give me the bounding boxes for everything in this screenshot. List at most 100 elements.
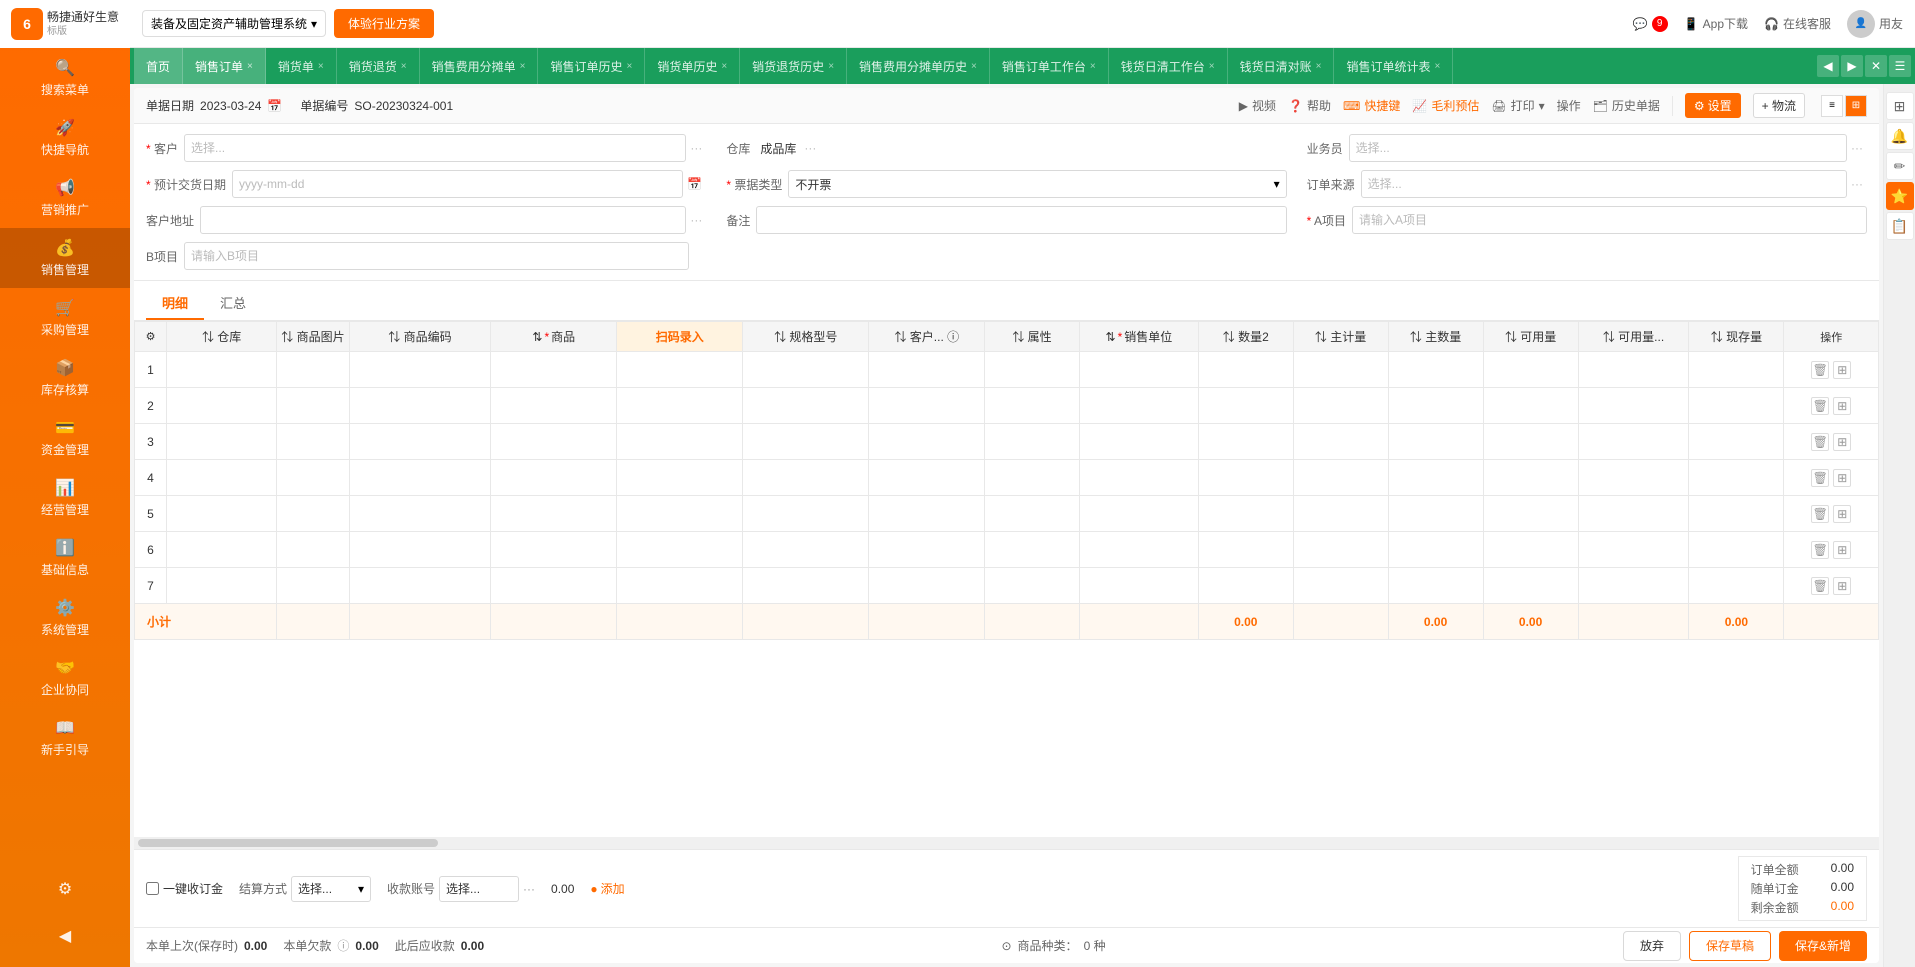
row-scan-1[interactable] [617,352,743,388]
user-btn[interactable]: 👤 用友 [1847,10,1903,38]
row-attr-3[interactable] [985,424,1079,460]
sidebar-item-1[interactable]: 🚀快捷导航 [0,108,130,168]
row-attr-1[interactable] [985,352,1079,388]
row-warehouse-6[interactable] [167,532,277,568]
row-avail2-6[interactable] [1578,532,1689,568]
warehouse-suffix[interactable]: ··· [800,141,820,155]
row-code-2[interactable] [349,388,491,424]
row-delete-2[interactable]: 🗑 [1811,397,1829,415]
th-avail2[interactable]: ⇅ 可用量... [1578,322,1689,352]
row-unit-4[interactable] [1079,460,1198,496]
row-img-3[interactable] [277,424,349,460]
date-icon[interactable]: 📅 [683,177,706,191]
th-unit[interactable]: ⇅ *销售单位 [1079,322,1198,352]
sidebar-item-9[interactable]: ⚙️系统管理 [0,588,130,648]
nav-tab-4[interactable]: 销售订单历史× [538,48,645,84]
row-stock-6[interactable] [1689,532,1784,568]
row-code-6[interactable] [349,532,491,568]
row-qty2-4[interactable] [1199,460,1293,496]
invoice-type-select[interactable]: 不开票 ▾ [788,170,1286,198]
delivery-date-input[interactable] [232,170,683,198]
row-unit-1[interactable] [1079,352,1198,388]
history-btn[interactable]: 🗂 历史单据 [1593,97,1660,114]
view-btn[interactable]: ▶ 视频 [1239,97,1276,114]
sidebar-item-0[interactable]: 🔍搜索菜单 [0,48,130,108]
address-input[interactable] [200,206,686,234]
row-avail2-1[interactable] [1578,352,1689,388]
app-download-btn[interactable]: 📱 App下载 [1684,15,1748,32]
row-delete-6[interactable]: 🗑 [1811,541,1829,559]
sidebar-item-11[interactable]: 📖新手引导 [0,708,130,768]
profit-btn[interactable]: 📈 毛利预估 [1412,97,1479,114]
row-unit-7[interactable] [1079,568,1198,604]
row-avail2-4[interactable] [1578,460,1689,496]
row-img-4[interactable] [277,460,349,496]
row-qty2-5[interactable] [1199,496,1293,532]
order-source-input[interactable] [1361,170,1847,198]
row-cust-5[interactable] [869,496,985,532]
row-attr-7[interactable] [985,568,1079,604]
row-spec-3[interactable] [743,424,869,460]
row-code-7[interactable] [349,568,491,604]
row-goods-6[interactable] [491,532,617,568]
shortcut-btn[interactable]: ⌨ 快捷键 [1343,97,1400,114]
row-mainunit-2[interactable] [1293,388,1388,424]
row-attr-2[interactable] [985,388,1079,424]
order-source-suffix[interactable]: ··· [1847,177,1867,191]
row-avail-5[interactable] [1483,496,1578,532]
note-input[interactable] [756,206,1286,234]
sidebar-item-2[interactable]: 📢营销推广 [0,168,130,228]
row-warehouse-7[interactable] [167,568,277,604]
save-draft-btn[interactable]: 保存草稿 [1689,931,1771,961]
side-icon-edit[interactable]: ✏ [1886,152,1914,180]
row-stock-2[interactable] [1689,388,1784,424]
row-avail2-2[interactable] [1578,388,1689,424]
row-mainunit-7[interactable] [1293,568,1388,604]
row-cust-7[interactable] [869,568,985,604]
side-icon-clipboard[interactable]: 📋 [1886,212,1914,240]
row-avail-2[interactable] [1483,388,1578,424]
row-mainunit-6[interactable] [1293,532,1388,568]
nav-tab-10[interactable]: 钱货日清对账× [1228,48,1335,84]
a-project-input[interactable] [1352,206,1867,234]
row-copy-1[interactable]: ⊞ [1833,361,1851,379]
receipt-account-select[interactable]: 选择... [439,876,519,902]
view-toggle-list[interactable]: ≡ [1821,95,1843,117]
th-img[interactable]: ⇅ 商品图片 [277,322,349,352]
row-goods-7[interactable] [491,568,617,604]
row-goods-5[interactable] [491,496,617,532]
sidebar-item-5[interactable]: 📦库存核算 [0,348,130,408]
row-cust-6[interactable] [869,532,985,568]
row-img-6[interactable] [277,532,349,568]
nav-close-btn[interactable]: ✕ [1865,55,1887,77]
row-mainunit-5[interactable] [1293,496,1388,532]
th-attr[interactable]: ⇅ 属性 [985,322,1079,352]
row-code-1[interactable] [349,352,491,388]
row-copy-6[interactable]: ⊞ [1833,541,1851,559]
row-goods-2[interactable] [491,388,617,424]
row-img-1[interactable] [277,352,349,388]
th-goods[interactable]: ⇅ *商品 [491,322,617,352]
row-mainunit-3[interactable] [1293,424,1388,460]
nav-tab-6[interactable]: 销货退货历史× [740,48,847,84]
sidebar-item-4[interactable]: 🛒采购管理 [0,288,130,348]
row-warehouse-2[interactable] [167,388,277,424]
customer-input[interactable] [184,134,686,162]
row-cust-2[interactable] [869,388,985,424]
row-mainqty-3[interactable] [1388,424,1483,460]
row-attr-5[interactable] [985,496,1079,532]
row-mainqty-2[interactable] [1388,388,1483,424]
row-unit-5[interactable] [1079,496,1198,532]
row-scan-3[interactable] [617,424,743,460]
payment-method-select[interactable]: 选择... ▾ [291,876,371,902]
row-spec-6[interactable] [743,532,869,568]
th-mainqty[interactable]: ⇅ 主数量 [1388,322,1483,352]
row-img-5[interactable] [277,496,349,532]
sidebar-item-8[interactable]: ℹ️基础信息 [0,528,130,588]
row-scan-5[interactable] [617,496,743,532]
industry-btn[interactable]: 体验行业方案 [334,9,434,38]
row-unit-3[interactable] [1079,424,1198,460]
one-click-check-input[interactable] [146,882,159,895]
row-delete-4[interactable]: 🗑 [1811,469,1829,487]
nav-tab-3[interactable]: 销售费用分摊单× [420,48,539,84]
